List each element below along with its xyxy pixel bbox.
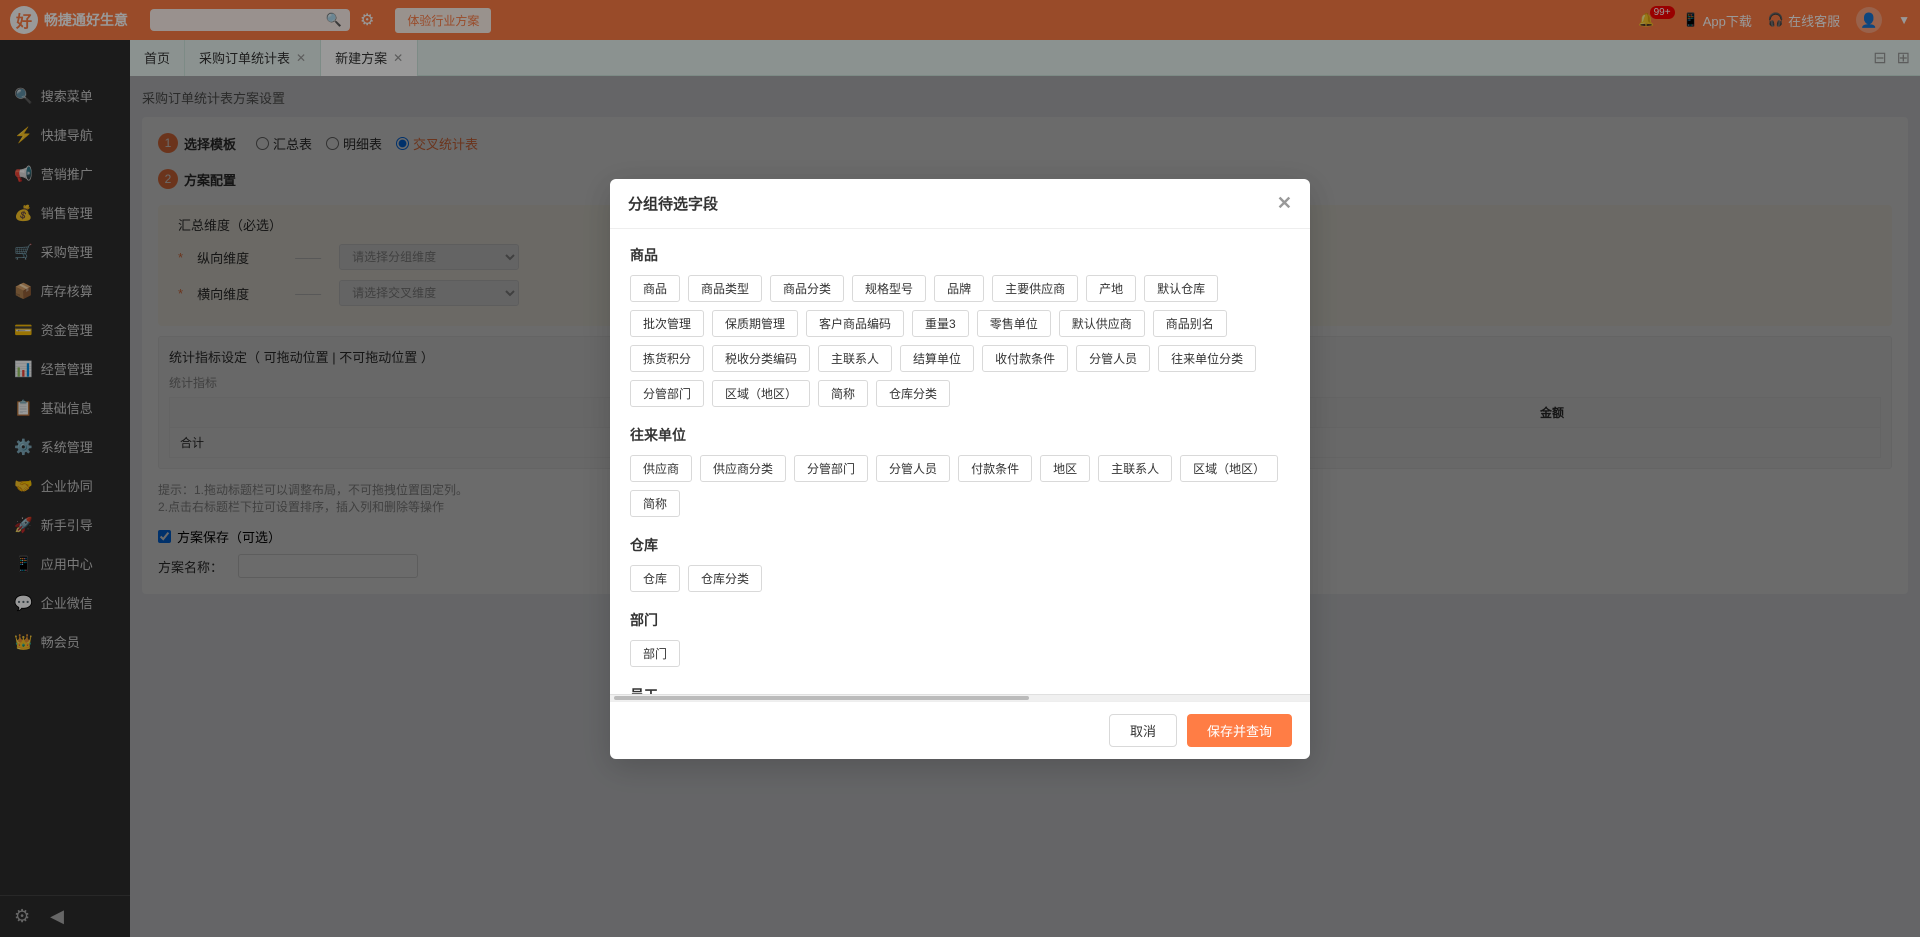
field-tag[interactable]: 主联系人 bbox=[818, 345, 892, 372]
field-section: 仓库仓库仓库分类 bbox=[630, 535, 1290, 592]
field-section: 员工业务员 bbox=[630, 685, 1290, 695]
field-tag[interactable]: 批次管理 bbox=[630, 310, 704, 337]
field-tag[interactable]: 默认供应商 bbox=[1059, 310, 1145, 337]
section-title: 商品 bbox=[630, 245, 1290, 265]
field-tag[interactable]: 仓库分类 bbox=[876, 380, 950, 407]
field-tag[interactable]: 税收分类编码 bbox=[712, 345, 810, 372]
modal-body[interactable]: 商品商品商品类型商品分类规格型号品牌主要供应商产地默认仓库批次管理保质期管理客户… bbox=[610, 229, 1310, 695]
field-tag[interactable]: 分管部门 bbox=[630, 380, 704, 407]
field-tag[interactable]: 供应商分类 bbox=[700, 455, 786, 482]
modal-title: 分组待选字段 bbox=[628, 193, 718, 214]
field-tag[interactable]: 简称 bbox=[818, 380, 868, 407]
field-tag[interactable]: 商品 bbox=[630, 275, 680, 302]
field-tag[interactable]: 商品类型 bbox=[688, 275, 762, 302]
section-title: 仓库 bbox=[630, 535, 1290, 555]
modal-close-icon[interactable]: ✕ bbox=[1277, 193, 1292, 214]
modal-footer: 取消 保存并查询 bbox=[610, 701, 1310, 759]
field-tag[interactable]: 规格型号 bbox=[852, 275, 926, 302]
field-tag[interactable]: 主要供应商 bbox=[992, 275, 1078, 302]
field-tag[interactable]: 区域（地区） bbox=[712, 380, 810, 407]
modal: 分组待选字段 ✕ 商品商品商品类型商品分类规格型号品牌主要供应商产地默认仓库批次… bbox=[610, 179, 1310, 759]
field-tag[interactable]: 收付款条件 bbox=[982, 345, 1068, 372]
field-tag[interactable]: 供应商 bbox=[630, 455, 692, 482]
section-title: 往来单位 bbox=[630, 425, 1290, 445]
field-tag[interactable]: 仓库 bbox=[630, 565, 680, 592]
field-tag[interactable]: 仓库分类 bbox=[688, 565, 762, 592]
field-tag[interactable]: 商品别名 bbox=[1153, 310, 1227, 337]
field-tag[interactable]: 主联系人 bbox=[1098, 455, 1172, 482]
field-tag[interactable]: 重量3 bbox=[912, 310, 969, 337]
confirm-button[interactable]: 保存并查询 bbox=[1187, 714, 1292, 747]
field-tag[interactable]: 部门 bbox=[630, 640, 680, 667]
field-tag[interactable]: 往来单位分类 bbox=[1158, 345, 1256, 372]
field-tag[interactable]: 付款条件 bbox=[958, 455, 1032, 482]
field-tags: 商品商品类型商品分类规格型号品牌主要供应商产地默认仓库批次管理保质期管理客户商品… bbox=[630, 275, 1290, 407]
field-tag[interactable]: 拣货积分 bbox=[630, 345, 704, 372]
field-tag[interactable]: 商品分类 bbox=[770, 275, 844, 302]
field-tag[interactable]: 客户商品编码 bbox=[806, 310, 904, 337]
field-tag[interactable]: 保质期管理 bbox=[712, 310, 798, 337]
field-tags: 仓库仓库分类 bbox=[630, 565, 1290, 592]
modal-header: 分组待选字段 ✕ bbox=[610, 179, 1310, 229]
field-tag[interactable]: 简称 bbox=[630, 490, 680, 517]
field-tag[interactable]: 分管部门 bbox=[794, 455, 868, 482]
field-tag[interactable]: 品牌 bbox=[934, 275, 984, 302]
field-section: 商品商品商品类型商品分类规格型号品牌主要供应商产地默认仓库批次管理保质期管理客户… bbox=[630, 245, 1290, 407]
field-tag[interactable]: 区域（地区） bbox=[1180, 455, 1278, 482]
cancel-button[interactable]: 取消 bbox=[1109, 714, 1177, 747]
field-section: 往来单位供应商供应商分类分管部门分管人员付款条件地区主联系人区域（地区） 简称 bbox=[630, 425, 1290, 517]
field-tag[interactable]: 分管人员 bbox=[876, 455, 950, 482]
field-tag[interactable]: 结算单位 bbox=[900, 345, 974, 372]
section-title: 部门 bbox=[630, 610, 1290, 630]
field-tags: 部门 bbox=[630, 640, 1290, 667]
field-tag[interactable]: 分管人员 bbox=[1076, 345, 1150, 372]
field-tag[interactable]: 产地 bbox=[1086, 275, 1136, 302]
field-tag[interactable]: 零售单位 bbox=[977, 310, 1051, 337]
field-section: 部门部门 bbox=[630, 610, 1290, 667]
field-tags: 供应商供应商分类分管部门分管人员付款条件地区主联系人区域（地区） 简称 bbox=[630, 455, 1290, 517]
modal-backdrop: 分组待选字段 ✕ 商品商品商品类型商品分类规格型号品牌主要供应商产地默认仓库批次… bbox=[0, 0, 1920, 937]
field-tag[interactable]: 地区 bbox=[1040, 455, 1090, 482]
field-tag[interactable]: 默认仓库 bbox=[1144, 275, 1218, 302]
section-title: 员工 bbox=[630, 685, 1290, 695]
